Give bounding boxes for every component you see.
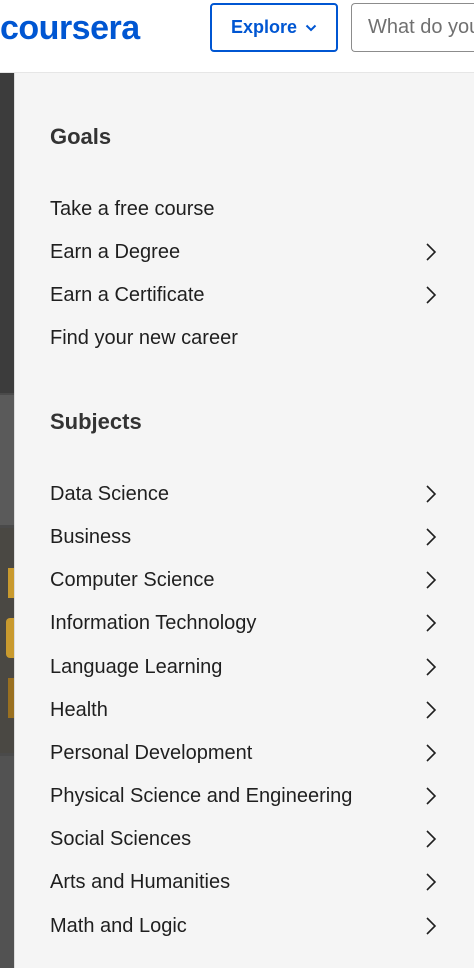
backdrop-section bbox=[0, 73, 14, 393]
chevron-right-icon bbox=[426, 528, 437, 546]
explore-label: Explore bbox=[230, 17, 298, 37]
chevron-right-icon bbox=[426, 286, 437, 304]
chevron-right-icon bbox=[426, 701, 437, 719]
menu-item-earn-a-degree[interactable]: Earn a Degree bbox=[15, 232, 474, 272]
menu-item-label: Take a free course bbox=[50, 198, 215, 220]
subjects-section-title: Subjects bbox=[50, 409, 142, 434]
coursera-logo[interactable]: coursera bbox=[0, 8, 140, 48]
chevron-right-icon bbox=[426, 873, 437, 891]
menu-item-label: Computer Science bbox=[50, 569, 215, 591]
goals-section-title: Goals bbox=[50, 124, 112, 149]
menu-item-label: Find your new career bbox=[50, 327, 238, 349]
chevron-right-icon bbox=[426, 917, 437, 935]
chevron-right-icon bbox=[426, 571, 437, 589]
chevron-right-icon bbox=[426, 243, 437, 261]
menu-item-earn-a-certificate[interactable]: Earn a Certificate bbox=[15, 275, 474, 315]
menu-item-label: Physical Science and Engineering bbox=[50, 785, 353, 807]
menu-item-business[interactable]: Business bbox=[15, 517, 474, 557]
explore-menu-panel: Goals Take a free course Earn a Degree E… bbox=[14, 73, 474, 968]
menu-item-math-and-logic[interactable]: Math and Logic bbox=[15, 906, 474, 946]
menu-item-label: Earn a Certificate bbox=[50, 284, 205, 306]
menu-item-label: Data Science bbox=[50, 483, 169, 505]
chevron-right-icon bbox=[426, 485, 437, 503]
menu-item-information-technology[interactable]: Information Technology bbox=[15, 603, 474, 643]
backdrop-section bbox=[0, 528, 14, 753]
backdrop-section bbox=[0, 756, 14, 968]
menu-item-find-your-new-career[interactable]: Find your new career bbox=[15, 318, 474, 358]
menu-item-label: Personal Development bbox=[50, 742, 253, 764]
menu-item-health[interactable]: Health bbox=[15, 690, 474, 730]
menu-item-data-science[interactable]: Data Science bbox=[15, 474, 474, 514]
backdrop-section bbox=[0, 395, 14, 525]
chevron-down-icon bbox=[305, 24, 317, 32]
menu-item-label: Information Technology bbox=[50, 612, 257, 634]
menu-item-label: Business bbox=[50, 526, 132, 548]
chevron-right-icon bbox=[426, 744, 437, 762]
menu-item-computer-science[interactable]: Computer Science bbox=[15, 560, 474, 600]
search-input[interactable] bbox=[351, 3, 474, 52]
menu-item-language-learning[interactable]: Language Learning bbox=[15, 647, 474, 687]
explore-button[interactable]: Explore bbox=[210, 3, 338, 52]
chevron-right-icon bbox=[426, 614, 437, 632]
chevron-right-icon bbox=[426, 787, 437, 805]
menu-item-arts-and-humanities[interactable]: Arts and Humanities bbox=[15, 862, 474, 902]
menu-item-label: Health bbox=[50, 699, 108, 721]
menu-item-label: Language Learning bbox=[50, 656, 223, 678]
top-header: coursera Explore bbox=[0, 0, 474, 73]
menu-item-social-sciences[interactable]: Social Sciences bbox=[15, 819, 474, 859]
chevron-right-icon bbox=[426, 830, 437, 848]
menu-item-label: Arts and Humanities bbox=[50, 871, 231, 893]
menu-item-take-a-free-course[interactable]: Take a free course bbox=[15, 189, 474, 229]
menu-item-label: Math and Logic bbox=[50, 915, 187, 937]
menu-item-label: Earn a Degree bbox=[50, 241, 181, 263]
backdrop-accent bbox=[6, 618, 14, 658]
menu-item-physical-science-and-engineering[interactable]: Physical Science and Engineering bbox=[15, 776, 474, 816]
menu-item-personal-development[interactable]: Personal Development bbox=[15, 733, 474, 773]
menu-item-label: Social Sciences bbox=[50, 828, 192, 850]
chevron-right-icon bbox=[426, 658, 437, 676]
